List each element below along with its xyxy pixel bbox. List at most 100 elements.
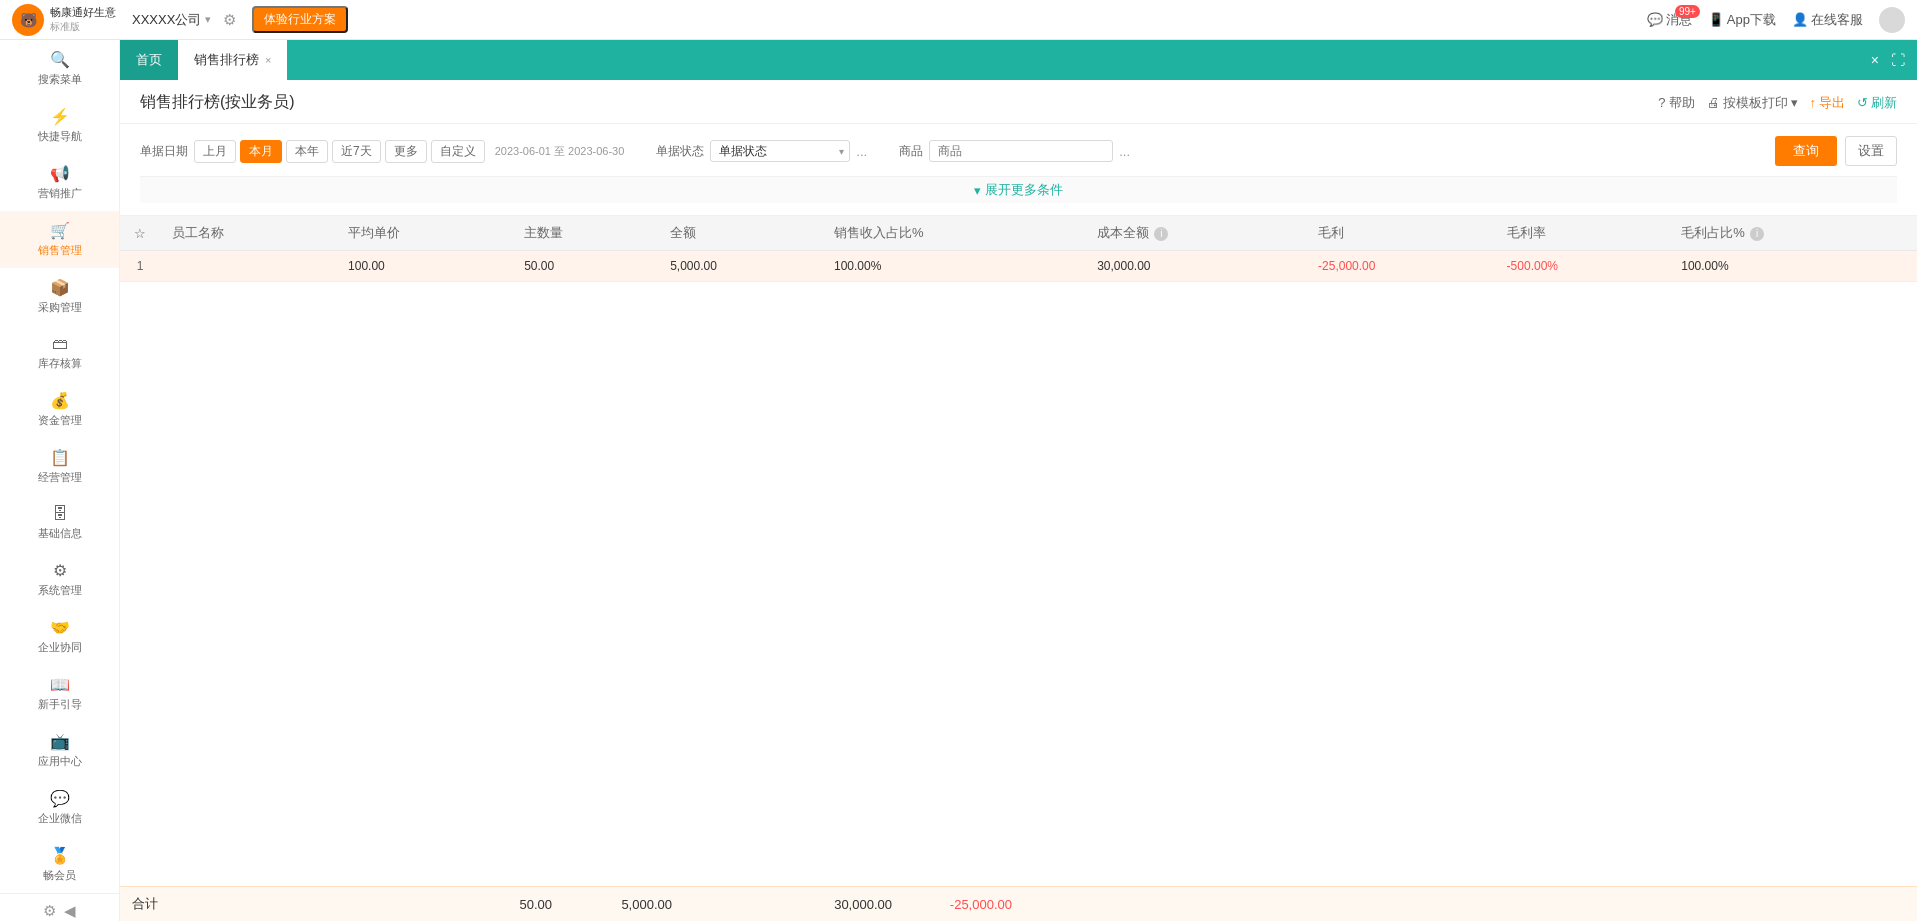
avatar[interactable] bbox=[1879, 7, 1905, 33]
help-button[interactable]: ? 帮助 bbox=[1658, 94, 1694, 112]
sidebar-item-quicknav[interactable]: ⚡ 快捷导航 bbox=[0, 97, 119, 154]
col-profitrate-header: 毛利率 bbox=[1495, 216, 1670, 251]
logo-text: 畅康通好生意 标准版 bbox=[50, 5, 116, 33]
table-header: ☆ 员工名称 平均单价 主数量 bbox=[120, 216, 1917, 251]
filter-row-date: 单据日期 上月 本月 本年 近7天 更多 自定义 2023-06-01 至 20… bbox=[140, 136, 1897, 166]
col-profit-header: 毛利 bbox=[1306, 216, 1495, 251]
date-btn-this-month[interactable]: 本月 bbox=[240, 140, 282, 163]
handshake-icon: 🤝 bbox=[50, 618, 70, 637]
date-filter-group: 单据日期 上月 本月 本年 近7天 更多 自定义 2023-06-01 至 20… bbox=[140, 140, 624, 163]
profitpct-info-icon[interactable]: i bbox=[1750, 227, 1764, 241]
sidebar-item-cooperation[interactable]: 🤝 企业协同 bbox=[0, 608, 119, 665]
settings-button[interactable]: 设置 bbox=[1845, 136, 1897, 166]
tab-close-icon[interactable]: × bbox=[265, 54, 271, 66]
page-actions: ? 帮助 🖨 按模板打印 ▾ ↑ 导出 ↺ bbox=[1658, 94, 1897, 112]
export-button[interactable]: ↑ 导出 bbox=[1810, 94, 1846, 112]
expand-button[interactable]: ▾ 展开更多条件 bbox=[974, 181, 1063, 199]
expand-more-bar: ▾ 展开更多条件 bbox=[140, 176, 1897, 203]
page-title: 销售排行榜(按业务员) bbox=[140, 92, 295, 113]
cell-profitrate: -500.00% bbox=[1495, 251, 1670, 282]
app-download-button[interactable]: 📱 App下载 bbox=[1708, 11, 1776, 29]
cell-rank: 1 bbox=[120, 251, 160, 282]
minimize-icon[interactable]: × bbox=[1867, 50, 1883, 70]
goods-more-icon: ... bbox=[1119, 144, 1130, 159]
page-content: 销售排行榜(按业务员) ? 帮助 🖨 按模板打印 ▾ ↑ bbox=[120, 80, 1917, 921]
rankings-table: ☆ 员工名称 平均单价 主数量 bbox=[120, 216, 1917, 282]
tab-bar: 首页 销售排行榜 × × ⛶ bbox=[120, 40, 1917, 80]
tab-sales-ranking[interactable]: 销售排行榜 × bbox=[178, 40, 287, 80]
filter-actions: 查询 设置 bbox=[1775, 136, 1897, 166]
maximize-icon[interactable]: ⛶ bbox=[1887, 50, 1909, 70]
cell-amount: 5,000.00 bbox=[658, 251, 822, 282]
sidebar-item-management[interactable]: 📋 经营管理 bbox=[0, 438, 119, 495]
status-filter-group: 单据状态 单据状态 ... bbox=[656, 140, 867, 162]
content-area: 首页 销售排行榜 × × ⛶ 销售排行榜(按业务员) ? 帮助 bbox=[120, 40, 1917, 921]
company-selector[interactable]: XXXXX公司 ▾ bbox=[132, 11, 211, 29]
search-icon: 🔍 bbox=[50, 50, 70, 69]
query-button[interactable]: 查询 bbox=[1775, 136, 1837, 166]
settings-bottom-icon[interactable]: ⚙ bbox=[43, 902, 56, 920]
page-title-row: 销售排行榜(按业务员) ? 帮助 🖨 按模板打印 ▾ ↑ bbox=[140, 92, 1897, 113]
chevron-down-icon: ▾ bbox=[205, 13, 211, 26]
lightning-icon: ⚡ bbox=[50, 107, 70, 126]
cell-qty: 50.00 bbox=[512, 251, 658, 282]
sidebar-item-purchase[interactable]: 📦 采购管理 bbox=[0, 268, 119, 325]
more-filters-icon: ... bbox=[856, 144, 867, 159]
print-icon: 🖨 bbox=[1707, 95, 1720, 110]
col-amount-header: 全额 bbox=[658, 216, 822, 251]
cell-cost: 30,000.00 bbox=[1085, 251, 1306, 282]
sidebar-item-finance[interactable]: 💰 资金管理 bbox=[0, 381, 119, 438]
table-row[interactable]: 1 100.00 50.00 5,000.00 100.00% 30,000.0… bbox=[120, 251, 1917, 282]
collapse-icon[interactable]: ◀ bbox=[64, 902, 76, 920]
date-btn-this-year[interactable]: 本年 bbox=[286, 140, 328, 163]
app-logo: 🐻 畅康通好生意 标准版 bbox=[12, 4, 116, 36]
table-header-row: ☆ 员工名称 平均单价 主数量 bbox=[120, 216, 1917, 251]
sidebar-item-sales[interactable]: 🛒 销售管理 bbox=[0, 211, 119, 268]
message-icon: 💬 bbox=[1647, 12, 1663, 27]
sidebar-item-marketing[interactable]: 📢 营销推广 bbox=[0, 154, 119, 211]
goods-input[interactable] bbox=[929, 140, 1113, 162]
megaphone-icon: 📢 bbox=[50, 164, 70, 183]
sidebar-item-basics[interactable]: 🗄 基础信息 bbox=[0, 495, 119, 551]
table-footer: 合计 50.00 5,000.00 30,000.00 -25,000.00 bbox=[120, 886, 1917, 921]
sidebar-item-inventory[interactable]: 🗃 库存核算 bbox=[0, 325, 119, 381]
sidebar-item-guide[interactable]: 📖 新手引导 bbox=[0, 665, 119, 722]
main-layout: 🔍 搜索菜单 ⚡ 快捷导航 📢 营销推广 🛒 销售管理 📦 采购管理 🗃 库存核… bbox=[0, 40, 1917, 921]
message-button[interactable]: 💬 消息 99+ bbox=[1647, 11, 1692, 29]
cost-info-icon[interactable]: i bbox=[1154, 227, 1168, 241]
col-rank-header: ☆ bbox=[120, 216, 160, 251]
sidebar-item-apps[interactable]: 📺 应用中心 bbox=[0, 722, 119, 779]
cell-avgprice: 100.00 bbox=[336, 251, 512, 282]
col-profitpct-header: 毛利占比% i bbox=[1669, 216, 1917, 251]
help-icon: ? bbox=[1658, 95, 1665, 110]
date-btn-custom[interactable]: 自定义 bbox=[431, 140, 485, 163]
online-service-button[interactable]: 👤 在线客服 bbox=[1792, 11, 1863, 29]
gear-icon: ⚙ bbox=[53, 561, 67, 580]
trial-button[interactable]: 体验行业方案 bbox=[252, 6, 348, 33]
money-icon: 💰 bbox=[50, 391, 70, 410]
date-btn-last-month[interactable]: 上月 bbox=[194, 140, 236, 163]
footer-amount: 5,000.00 bbox=[592, 897, 672, 912]
col-cost-header: 成本全额 i bbox=[1085, 216, 1306, 251]
sidebar-item-member[interactable]: 🏅 畅会员 bbox=[0, 836, 119, 893]
print-chevron-icon: ▾ bbox=[1791, 95, 1798, 110]
book-icon: 📖 bbox=[50, 675, 70, 694]
date-btn-7days[interactable]: 近7天 bbox=[332, 140, 381, 163]
status-select[interactable]: 单据状态 bbox=[710, 140, 850, 162]
sidebar-item-wechat[interactable]: 💬 企业微信 bbox=[0, 779, 119, 836]
medal-icon: 🏅 bbox=[50, 846, 70, 865]
col-name-header: 员工名称 bbox=[160, 216, 336, 251]
settings-icon[interactable]: ⚙ bbox=[223, 11, 236, 29]
table-body: 1 100.00 50.00 5,000.00 100.00% 30,000.0… bbox=[120, 251, 1917, 282]
cell-name bbox=[160, 251, 336, 282]
template-print-button[interactable]: 🖨 按模板打印 ▾ bbox=[1707, 94, 1798, 112]
logo-icon: 🐻 bbox=[12, 4, 44, 36]
sidebar-item-system[interactable]: ⚙ 系统管理 bbox=[0, 551, 119, 608]
sidebar-item-search[interactable]: 🔍 搜索菜单 bbox=[0, 40, 119, 97]
date-btn-more[interactable]: 更多 bbox=[385, 140, 427, 163]
tab-home[interactable]: 首页 bbox=[120, 40, 178, 80]
refresh-icon: ↺ bbox=[1857, 95, 1868, 110]
tab-bar-actions: × ⛶ bbox=[1867, 40, 1917, 80]
col-qty-header: 主数量 bbox=[512, 216, 658, 251]
refresh-button[interactable]: ↺ 刷新 bbox=[1857, 94, 1897, 112]
